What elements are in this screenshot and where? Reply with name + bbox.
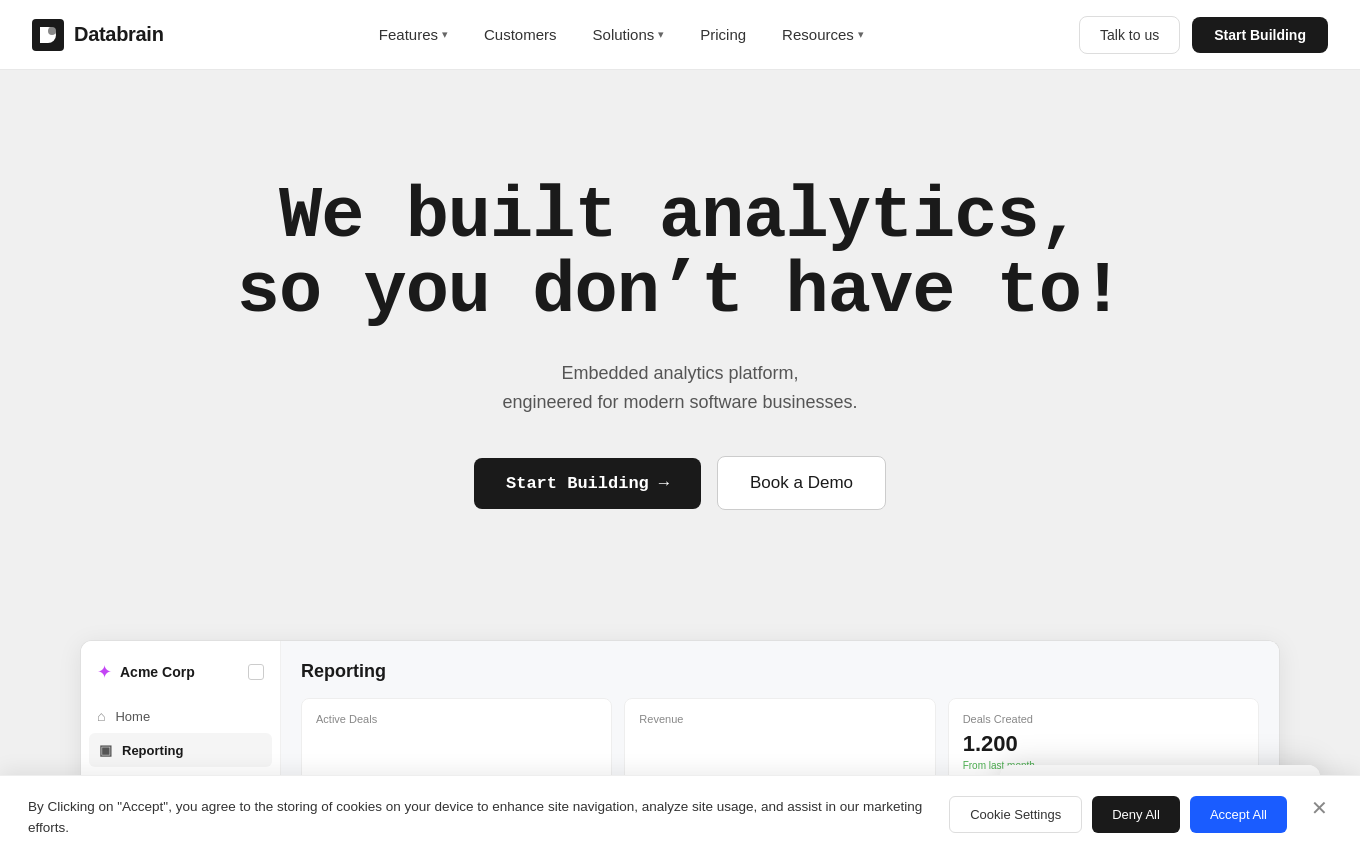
nav-link-features[interactable]: Features ▾: [365, 18, 462, 51]
sidebar-logo-icon: ✦: [97, 661, 112, 683]
stat-value: 1.200: [963, 731, 1244, 757]
cookie-text: By Clicking on "Accept", you agree to th…: [28, 796, 929, 839]
navbar: Databrain Features ▾ Customers Solutions…: [0, 0, 1360, 70]
arrow-right-icon: →: [659, 474, 669, 493]
stat-label: Revenue: [639, 713, 920, 725]
nav-actions: Talk to us Start Building: [1079, 16, 1328, 54]
sidebar-logo: ✦ Acme Corp: [97, 661, 195, 683]
sidebar-header: ✦ Acme Corp: [81, 661, 280, 699]
chevron-down-icon: ▾: [858, 28, 864, 41]
home-icon: ⌂: [97, 708, 105, 724]
book-demo-button[interactable]: Book a Demo: [717, 456, 886, 510]
nav-link-customers[interactable]: Customers: [470, 18, 571, 51]
sidebar-company-name: Acme Corp: [120, 664, 195, 680]
nav-links: Features ▾ Customers Solutions ▾ Pricing…: [365, 18, 878, 51]
accept-all-button[interactable]: Accept All: [1190, 796, 1287, 833]
databrain-logo-icon: [32, 19, 64, 51]
talk-to-us-button[interactable]: Talk to us: [1079, 16, 1180, 54]
reporting-icon: ▣: [99, 742, 112, 758]
chevron-down-icon: ▾: [658, 28, 664, 41]
hero-subtext: Embedded analytics platform, engineered …: [502, 359, 857, 417]
sidebar-item-home[interactable]: ⌂ Home: [81, 699, 280, 733]
hero-section: We built analytics, so you don’t have to…: [0, 0, 1360, 620]
nav-link-solutions[interactable]: Solutions ▾: [579, 18, 679, 51]
cookie-close-button[interactable]: ✕: [1307, 796, 1332, 820]
deny-all-button[interactable]: Deny All: [1092, 796, 1180, 833]
stat-card-active-deals: Active Deals: [301, 698, 612, 786]
stat-value: [639, 731, 920, 757]
sidebar-item-reporting[interactable]: ▣ Reporting: [89, 733, 272, 767]
cookie-actions: Cookie Settings Deny All Accept All: [949, 796, 1287, 833]
svg-point-1: [48, 27, 56, 35]
nav-link-resources[interactable]: Resources ▾: [768, 18, 878, 51]
app-main-title: Reporting: [301, 661, 1259, 682]
stat-label: Deals Created: [963, 713, 1244, 725]
stat-value: [316, 731, 597, 757]
hero-heading: We built analytics, so you don’t have to…: [237, 180, 1123, 331]
start-building-hero-button[interactable]: Start Building →: [474, 458, 701, 509]
nav-link-pricing[interactable]: Pricing: [686, 18, 760, 51]
cookie-settings-button[interactable]: Cookie Settings: [949, 796, 1082, 833]
stat-card-revenue: Revenue: [624, 698, 935, 786]
logo[interactable]: Databrain: [32, 19, 164, 51]
hero-buttons: Start Building → Book a Demo: [474, 456, 886, 510]
chevron-down-icon: ▾: [442, 28, 448, 41]
cookie-banner: By Clicking on "Accept", you agree to th…: [0, 775, 1360, 859]
logo-text: Databrain: [74, 23, 164, 46]
start-building-nav-button[interactable]: Start Building: [1192, 17, 1328, 53]
sidebar-menu-icon: [248, 664, 264, 680]
stat-label: Active Deals: [316, 713, 597, 725]
